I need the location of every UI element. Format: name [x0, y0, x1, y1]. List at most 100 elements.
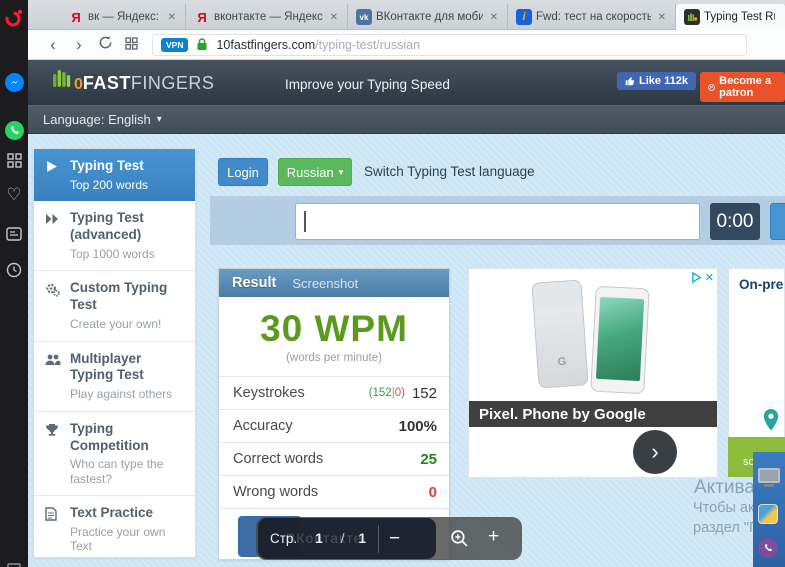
- language-dropdown-button[interactable]: Russian ▾: [278, 158, 352, 186]
- become-patron-button[interactable]: P Become a patron: [700, 72, 785, 102]
- logo-fingers: FINGERS: [130, 73, 215, 93]
- timer-display: 0:00: [710, 203, 760, 240]
- accuracy-row: Accuracy 100%: [219, 410, 449, 443]
- news-icon[interactable]: [0, 222, 28, 246]
- url-domain: 10fastfingers.com: [216, 37, 316, 52]
- whatsapp-icon[interactable]: [0, 118, 28, 142]
- trophy-icon: [45, 423, 61, 439]
- toolbar-divider: [378, 524, 379, 553]
- pixel-ad-headline: Pixel. Phone by Google: [469, 401, 717, 427]
- wrong-words-value: 0: [428, 483, 437, 501]
- ad-close-icon[interactable]: ✕: [705, 271, 714, 284]
- screen: ♡ Я вк — Яндекс: нашёлся 31 ✕ Я вконтакт…: [0, 0, 785, 567]
- facebook-like-button[interactable]: Like 112k: [617, 72, 696, 90]
- monitor-icon[interactable]: [758, 468, 780, 490]
- menu-subtitle: Practice your own Text: [70, 525, 166, 554]
- forward-icon[interactable]: ›: [66, 35, 92, 55]
- tab-yandex-vkontakte[interactable]: Я вконтакте — Яндекс: наш ✕: [186, 4, 348, 30]
- sidebar-item-text-practice[interactable]: Text Practice Practice your own Text: [34, 496, 195, 557]
- caret-down-icon: ▾: [338, 166, 344, 177]
- keystrokes-row: Keystrokes (152 | 0) 152: [219, 377, 449, 410]
- tab-typing-test-active[interactable]: Typing Test Russian: [676, 4, 785, 30]
- yandex-favicon: Я: [71, 9, 81, 25]
- rail-bottom-icon[interactable]: [0, 556, 28, 567]
- address-bar: ‹ › VPN 10fastfingers.com/typing-test/ru…: [28, 30, 785, 60]
- logo-fast: FAST: [82, 73, 131, 93]
- menu-subtitle: Create your own!: [70, 317, 162, 332]
- pixel-ad-card[interactable]: ✕ G Pixel. Phone by Google Das Beste von…: [468, 268, 718, 478]
- language-dropdown-label: Russian: [286, 164, 334, 180]
- chevron-down-icon: ▾: [156, 114, 162, 125]
- app-shortcut-icon[interactable]: [758, 504, 780, 526]
- mail-favicon: i: [516, 9, 532, 25]
- tab-mail-fwd[interactable]: i Fwd: тест на скорость пе ✕: [508, 4, 676, 30]
- like-label: Like 112k: [639, 75, 688, 87]
- reload-icon[interactable]: [92, 35, 118, 55]
- vpn-badge[interactable]: VPN: [161, 37, 189, 52]
- play-icon: [45, 160, 61, 176]
- speed-dial-grid-icon[interactable]: [118, 35, 144, 55]
- zoom-in-button[interactable]: +: [488, 526, 499, 548]
- hand-10-icon: [53, 70, 71, 87]
- tab-close-icon[interactable]: ✕: [487, 10, 501, 25]
- secure-lock-icon: [196, 38, 208, 51]
- result-tab[interactable]: Result: [232, 275, 276, 291]
- pixel-phone-back-image: G: [531, 279, 589, 389]
- bookmarks-heart-icon[interactable]: ♡: [0, 183, 28, 207]
- gears-icon: [45, 282, 61, 298]
- sidebar-item-custom-typing-test[interactable]: Custom Typing Test Create your own!: [34, 271, 195, 342]
- result-panel-header: Result Screenshot: [219, 269, 449, 297]
- sidebar-item-multiplayer[interactable]: Multiplayer Typing Test Play against oth…: [34, 342, 195, 412]
- url-field[interactable]: VPN 10fastfingers.com/typing-test/russia…: [152, 33, 747, 56]
- location-pin-icon: [763, 409, 779, 431]
- site-header: 0 FAST FINGERS Improve your Typing Speed L…: [28, 60, 785, 105]
- opera-sidebar: ♡: [0, 0, 28, 567]
- menu-subtitle: Top 200 words: [70, 177, 149, 192]
- accuracy-label: Accuracy: [233, 418, 293, 434]
- svg-text:P: P: [710, 85, 713, 90]
- history-clock-icon[interactable]: [0, 258, 28, 282]
- keystrokes-correct: (152: [368, 387, 392, 399]
- wrong-words-label: Wrong words: [233, 484, 319, 500]
- menu-title: Typing Test: [70, 158, 144, 173]
- tab-close-icon[interactable]: ✕: [165, 10, 179, 25]
- logo-zero: 0: [74, 76, 83, 93]
- zoom-out-button[interactable]: −: [389, 528, 400, 550]
- sidebar-item-typing-test[interactable]: Typing Test Top 200 words: [34, 149, 195, 202]
- tab-close-icon[interactable]: ✕: [327, 10, 341, 25]
- speed-dial-icon[interactable]: [0, 148, 28, 172]
- sidebar-item-competition[interactable]: Typing Competition Who can type the fast…: [34, 412, 195, 497]
- zoom-lens-icon[interactable]: [450, 529, 469, 548]
- menu-title: Typing Test (advanced): [70, 210, 144, 243]
- yandex-favicon: Я: [197, 9, 207, 25]
- sidebar-item-typing-test-advanced[interactable]: Typing Test (advanced) Top 1000 words: [34, 201, 195, 272]
- tab-title: вк — Яндекс: нашёлся 31: [88, 11, 161, 23]
- restart-test-button[interactable]: [770, 203, 785, 240]
- adchoices-icon[interactable]: [691, 272, 702, 283]
- patron-label: Become a patron: [719, 75, 772, 99]
- side-ad-card[interactable]: On-pre: [728, 268, 785, 440]
- screenshot-tab[interactable]: Screenshot: [292, 276, 358, 291]
- document-icon: [45, 507, 61, 523]
- messenger-icon[interactable]: [0, 70, 28, 94]
- pdf-page-controls: ВКонтакте Стр. 1 / 1 −: [258, 518, 436, 559]
- menu-subtitle: Who can type the fastest?: [70, 457, 164, 486]
- tab-yandex-vk[interactable]: Я вк — Яндекс: нашёлся 31 ✕: [60, 4, 186, 30]
- viber-icon[interactable]: [758, 538, 780, 560]
- url-path: /typing-test/russian: [315, 37, 421, 52]
- back-icon[interactable]: ‹: [40, 35, 66, 55]
- correct-words-label: Correct words: [233, 451, 324, 467]
- menu-title: Text Practice: [70, 505, 154, 521]
- opera-menu-icon[interactable]: [0, 6, 28, 30]
- correct-words-value: 25: [420, 450, 437, 468]
- site-tagline: Improve your Typing Speed: [285, 77, 450, 92]
- login-button[interactable]: Login: [218, 158, 268, 186]
- typing-input[interactable]: [295, 203, 700, 240]
- tab-vk-mobile[interactable]: vk ВКонтакте для мобильны ✕: [348, 4, 508, 30]
- site-logo[interactable]: 0 FAST FINGERS: [50, 68, 214, 94]
- vk-favicon: vk: [356, 9, 372, 25]
- adchoices-controls[interactable]: ✕: [691, 271, 714, 284]
- language-bar[interactable]: Language: English ▾: [28, 105, 785, 134]
- tab-close-icon[interactable]: ✕: [655, 10, 669, 25]
- ad-next-button[interactable]: ›: [633, 430, 677, 474]
